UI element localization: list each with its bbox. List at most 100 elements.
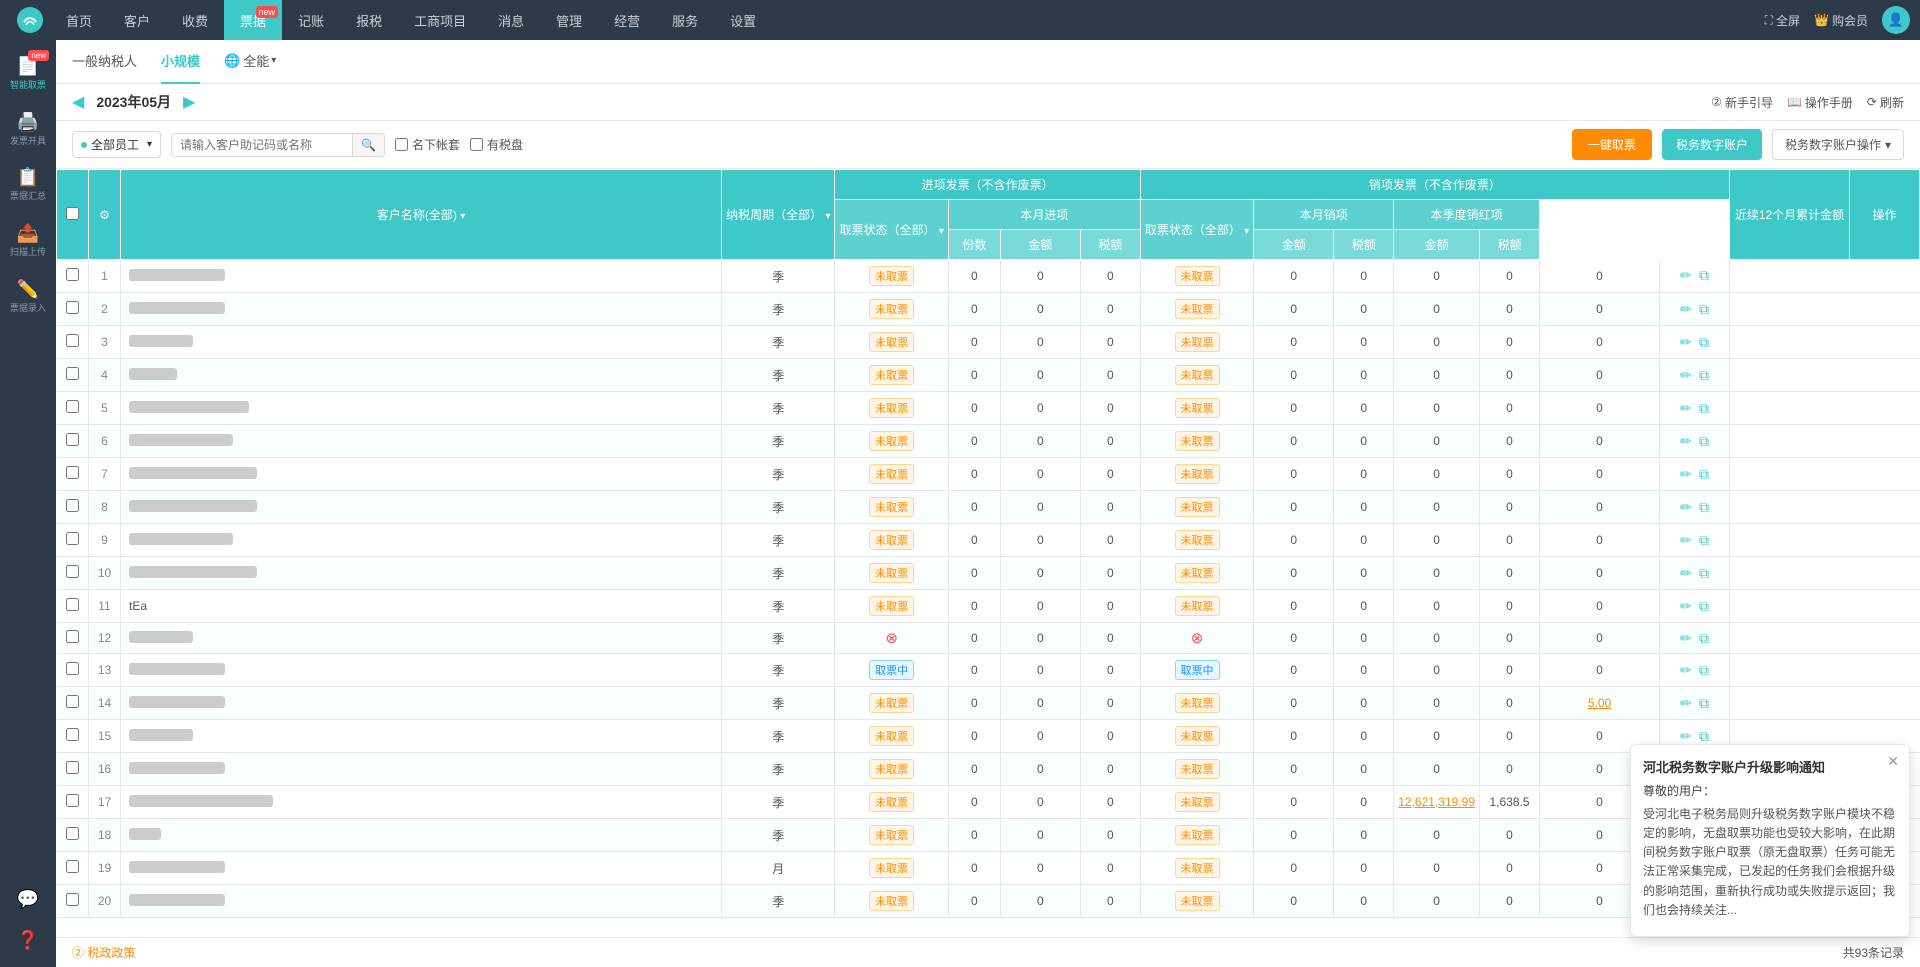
row-checkbox[interactable] [66, 433, 79, 446]
copy-icon[interactable]: ⧉ [1699, 301, 1709, 317]
copy-icon[interactable]: ⧉ [1699, 400, 1709, 416]
nav-fee[interactable]: 收费 [166, 0, 224, 40]
sidebar-chat[interactable]: 💬 [3, 881, 53, 918]
copy-icon[interactable]: ⧉ [1699, 598, 1709, 614]
row-checkbox[interactable] [66, 301, 79, 314]
sidebar-help[interactable]: ❓ [3, 922, 53, 959]
edit-icon[interactable]: ✏ [1680, 301, 1692, 317]
tax-digital-button[interactable]: 税务数字账户 [1662, 129, 1762, 160]
edit-icon[interactable]: ✏ [1680, 565, 1692, 581]
row-checkbox[interactable] [66, 367, 79, 380]
copy-icon[interactable]: ⧉ [1699, 565, 1709, 581]
nav-tax[interactable]: 报税 [340, 0, 398, 40]
cumul-value: 0 [1596, 729, 1603, 743]
search-button[interactable]: 🔍 [352, 134, 384, 156]
copy-icon[interactable]: ⧉ [1699, 433, 1709, 449]
copy-icon[interactable]: ⧉ [1699, 466, 1709, 482]
sidebar-item-invoice-open[interactable]: 🖨️ 发票开具 [3, 104, 53, 156]
edit-icon[interactable]: ✏ [1680, 433, 1692, 449]
cumul-value: 0 [1596, 631, 1603, 645]
row-checkbox[interactable] [66, 565, 79, 578]
nav-customer[interactable]: 客户 [108, 0, 166, 40]
prev-period-button[interactable]: ◀ [72, 92, 84, 112]
tab-general-taxpayer[interactable]: 一般纳税人 [72, 40, 137, 84]
copy-icon[interactable]: ⧉ [1699, 662, 1709, 678]
select-all-checkbox[interactable] [66, 207, 79, 220]
row-checkbox[interactable] [66, 466, 79, 479]
copy-icon[interactable]: ⧉ [1699, 334, 1709, 350]
status-tag: 未取票 [869, 266, 914, 286]
row-checkbox[interactable] [66, 334, 79, 347]
row-checkbox[interactable] [66, 728, 79, 741]
row-checkbox[interactable] [66, 400, 79, 413]
copy-icon[interactable]: ⧉ [1699, 728, 1709, 744]
new-guide-button[interactable]: ② 新手引导 [1711, 94, 1773, 111]
edit-icon[interactable]: ✏ [1680, 334, 1692, 350]
row-checkbox[interactable] [66, 532, 79, 545]
row-checkbox[interactable] [66, 598, 79, 611]
has-tax-filter[interactable]: 有税盘 [470, 136, 523, 153]
row-checkbox[interactable] [66, 662, 79, 675]
fullscreen-button[interactable]: ⛶ 全屏 [1765, 12, 1800, 29]
edit-icon[interactable]: ✏ [1680, 400, 1692, 416]
copy-icon[interactable]: ⧉ [1699, 630, 1709, 646]
row-checkbox[interactable] [66, 860, 79, 873]
next-period-button[interactable]: ▶ [183, 92, 195, 112]
nav-manage[interactable]: 管理 [540, 0, 598, 40]
manual-button[interactable]: 📖 操作手册 [1787, 94, 1853, 111]
sidebar-item-invoice-entry[interactable]: ✏️ 票据录入 [3, 271, 53, 323]
row-checkbox[interactable] [66, 827, 79, 840]
nav-invoice[interactable]: 票据 new [224, 0, 282, 40]
copy-icon[interactable]: ⧉ [1699, 367, 1709, 383]
my-ledger-filter[interactable]: 名下帐套 [395, 136, 460, 153]
sidebar-item-smart-fetch[interactable]: 📄 智能取票 new [3, 48, 53, 100]
row-checkbox[interactable] [66, 268, 79, 281]
tab-small-scale[interactable]: 小规模 [161, 40, 200, 84]
notification-close-button[interactable]: ✕ [1887, 753, 1899, 770]
refresh-button[interactable]: ⟳ 刷新 [1867, 94, 1904, 111]
copy-icon[interactable]: ⧉ [1699, 499, 1709, 515]
row-checkbox[interactable] [66, 794, 79, 807]
edit-icon[interactable]: ✏ [1680, 695, 1692, 711]
edit-icon[interactable]: ✏ [1680, 499, 1692, 515]
edit-icon[interactable]: ✏ [1680, 598, 1692, 614]
row-checkbox[interactable] [66, 695, 79, 708]
edit-icon[interactable]: ✏ [1680, 367, 1692, 383]
avatar[interactable]: 👤 [1882, 6, 1910, 34]
edit-icon[interactable]: ✏ [1680, 728, 1692, 744]
copy-icon[interactable]: ⧉ [1699, 267, 1709, 283]
nav-message[interactable]: 消息 [482, 0, 540, 40]
nav-accounting[interactable]: 记账 [282, 0, 340, 40]
search-input[interactable] [172, 134, 352, 156]
nav-home[interactable]: 首页 [50, 0, 108, 40]
sidebar-item-invoice-summary[interactable]: 📋 票据汇总 [3, 159, 53, 211]
sidebar-item-scan-upload[interactable]: 📤 扫描上传 [3, 215, 53, 267]
my-ledger-checkbox[interactable] [395, 138, 408, 151]
refund-amount[interactable]: 12,621,319.99 [1398, 795, 1475, 809]
tax-policy-link[interactable]: ② 税政政策 [72, 944, 135, 961]
row-checkbox[interactable] [66, 893, 79, 906]
copy-icon[interactable]: ⧉ [1699, 695, 1709, 711]
member-button[interactable]: 👑 购会员 [1814, 12, 1868, 29]
row-in-count: 0 [948, 623, 1000, 654]
row-checkbox[interactable] [66, 761, 79, 774]
edit-icon[interactable]: ✏ [1680, 662, 1692, 678]
tax-digital-op-button[interactable]: 税务数字账户操作 ▾ [1772, 129, 1904, 160]
edit-icon[interactable]: ✏ [1680, 532, 1692, 548]
nav-business[interactable]: 工商项目 [398, 0, 482, 40]
nav-settings[interactable]: 设置 [714, 0, 772, 40]
row-checkbox[interactable] [66, 499, 79, 512]
edit-icon[interactable]: ✏ [1680, 466, 1692, 482]
edit-icon[interactable]: ✏ [1680, 267, 1692, 283]
row-checkbox[interactable] [66, 630, 79, 643]
row-number: 2 [89, 293, 121, 326]
tab-all[interactable]: 🌐 全能 ▾ [224, 40, 276, 84]
copy-icon[interactable]: ⧉ [1699, 532, 1709, 548]
employee-filter[interactable]: 全部员工 ▾ [72, 131, 161, 158]
has-tax-checkbox[interactable] [470, 138, 483, 151]
cumul-value[interactable]: 5.00 [1588, 696, 1611, 710]
nav-operation[interactable]: 经营 [598, 0, 656, 40]
nav-service[interactable]: 服务 [656, 0, 714, 40]
edit-icon[interactable]: ✏ [1680, 630, 1692, 646]
one-key-fetch-button[interactable]: 一键取票 [1572, 129, 1652, 160]
